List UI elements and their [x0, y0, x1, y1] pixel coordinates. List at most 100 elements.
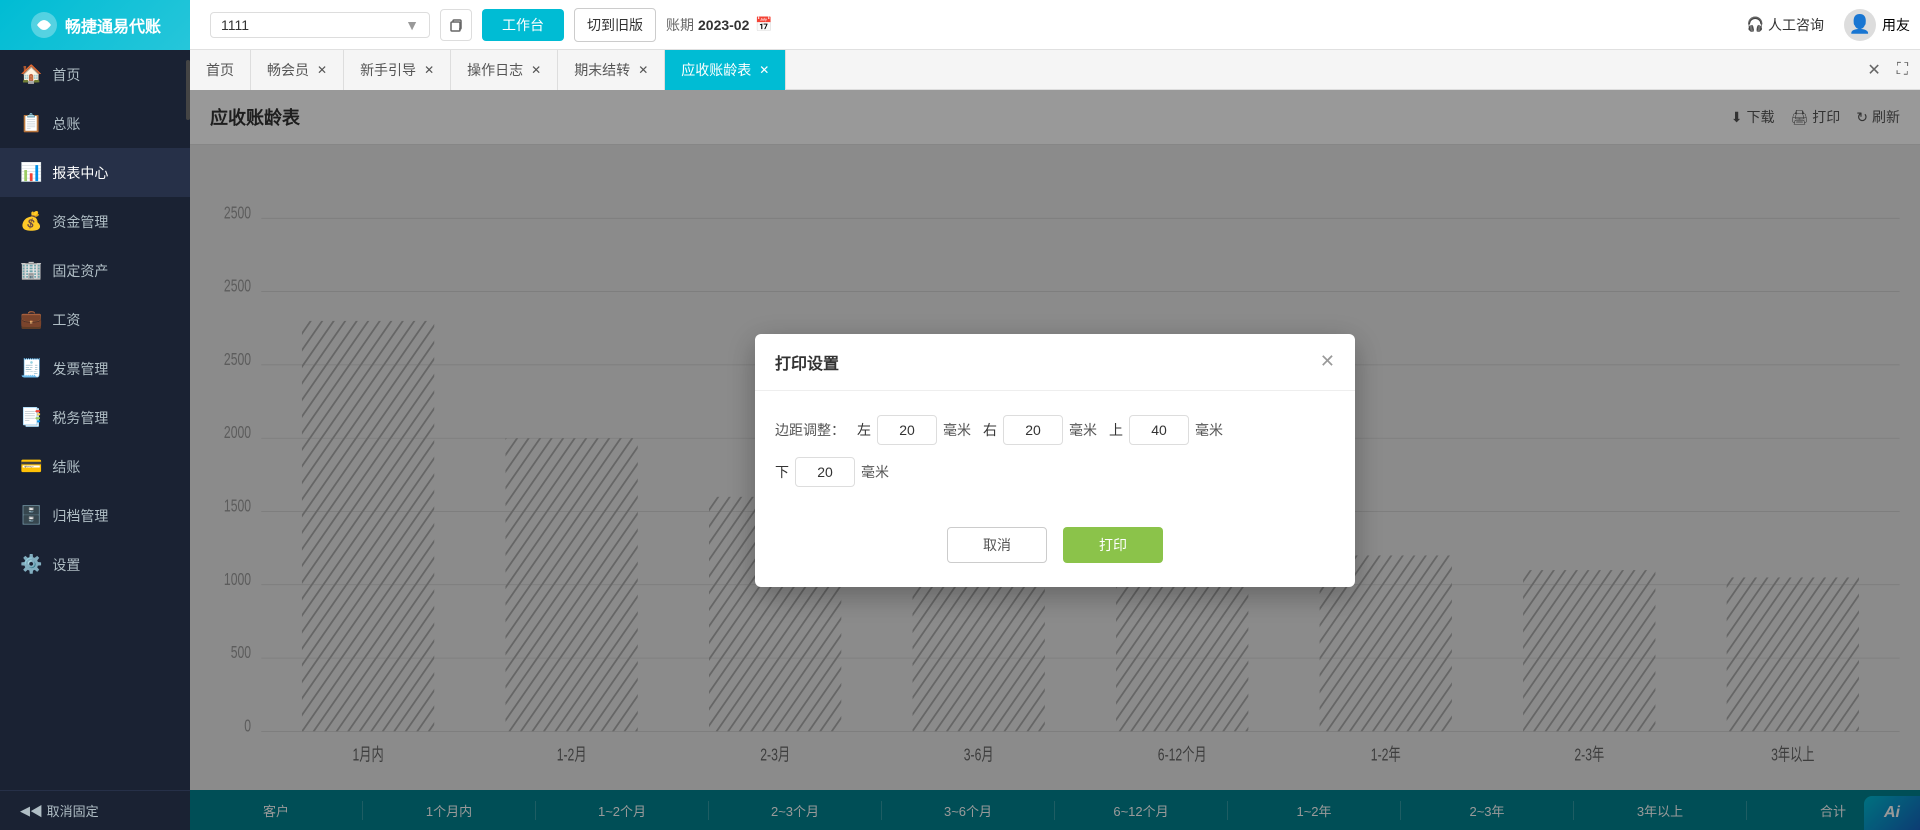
margin-right-group: 右 毫米 — [983, 415, 1097, 445]
tab-close-aging[interactable]: ✕ — [759, 63, 769, 77]
logo-area: 畅捷通易代账 — [0, 0, 190, 50]
right-label: 右 — [983, 420, 997, 440]
tabs-bar: 首页 畅会员 ✕ 新手引导 ✕ 操作日志 ✕ 期末结转 ✕ 应收账龄表 ✕ — [190, 50, 1920, 90]
sidebar-item-asset[interactable]: 🏢 固定资产 — [0, 246, 190, 295]
settings-icon: ⚙️ — [20, 554, 42, 575]
logo-icon — [29, 10, 59, 40]
modal-title: 打印设置 — [775, 350, 839, 374]
left-unit: 毫米 — [943, 420, 971, 440]
sidebar-label-asset: 固定资产 — [52, 261, 108, 281]
margin-label: 边距调整： — [775, 420, 845, 440]
modal-header: 打印设置 ✕ — [755, 334, 1355, 391]
fund-icon: 💰 — [20, 211, 42, 232]
logo-text: 畅捷通易代账 — [65, 13, 161, 37]
sidebar-label-fund: 资金管理 — [52, 212, 108, 232]
header-right: 🎧 人工咨询 👤 用友 — [1747, 9, 1910, 41]
tab-oplog[interactable]: 操作日志 ✕ — [451, 50, 558, 90]
tab-close-period-end[interactable]: ✕ — [638, 63, 648, 77]
company-dropdown-icon: ▼ — [405, 17, 419, 33]
tab-guide[interactable]: 新手引导 ✕ — [344, 50, 451, 90]
copy-button[interactable] — [440, 9, 472, 41]
left-input[interactable] — [877, 415, 937, 445]
tab-member[interactable]: 畅会员 ✕ — [251, 50, 344, 90]
sidebar-label-salary: 工资 — [52, 310, 80, 330]
top-header: 畅捷通易代账 1111 ▼ 工作台 切到旧版 账期 2023-02 📅 🎧 人工… — [0, 0, 1920, 50]
tab-close-oplog[interactable]: ✕ — [531, 63, 541, 77]
sidebar-item-fund[interactable]: 💰 资金管理 — [0, 197, 190, 246]
tab-maximize-button[interactable]: ⛶ — [1893, 57, 1912, 83]
sidebar-collapse-button[interactable]: ◀ ◀ 取消固定 — [0, 790, 190, 830]
tab-close-member[interactable]: ✕ — [317, 63, 327, 77]
print-settings-dialog: 打印设置 ✕ 边距调整： 左 毫米 右 — [755, 334, 1355, 587]
sidebar-label-ledger: 总账 — [52, 114, 80, 134]
content-area: 首页 畅会员 ✕ 新手引导 ✕ 操作日志 ✕ 期末结转 ✕ 应收账龄表 ✕ — [190, 50, 1920, 830]
bottom-input[interactable] — [795, 457, 855, 487]
modal-body: 边距调整： 左 毫米 右 毫米 — [755, 391, 1355, 511]
margin-left-group: 左 毫米 — [857, 415, 971, 445]
period-area: 账期 2023-02 📅 — [666, 15, 773, 35]
user-label: 用友 — [1882, 15, 1910, 35]
right-input[interactable] — [1003, 415, 1063, 445]
sidebar-item-invoice[interactable]: 🧾 发票管理 — [0, 344, 190, 393]
calendar-icon[interactable]: 📅 — [755, 16, 772, 33]
tab-period-end[interactable]: 期末结转 ✕ — [558, 50, 665, 90]
sidebar-label-checkout: 结账 — [52, 457, 80, 477]
right-unit: 毫米 — [1069, 420, 1097, 440]
user-area[interactable]: 👤 用友 — [1844, 9, 1910, 41]
sidebar-item-settings[interactable]: ⚙️ 设置 — [0, 540, 190, 589]
collapse-icon: ◀ — [20, 803, 30, 819]
tab-label-period-end: 期末结转 — [574, 60, 630, 80]
switch-old-button[interactable]: 切到旧版 — [574, 8, 656, 42]
bottom-label: 下 — [775, 462, 789, 482]
sidebar: 🏠 首页 📋 总账 📊 报表中心 💰 资金管理 🏢 固定资产 💼 工资 🧾 发票… — [0, 50, 190, 830]
sidebar-item-tax[interactable]: 📑 税务管理 — [0, 393, 190, 442]
modal-overlay: 打印设置 ✕ 边距调整： 左 毫米 右 — [190, 90, 1920, 830]
collapse-label: ◀ 取消固定 — [30, 801, 99, 820]
sidebar-label-tax: 税务管理 — [52, 408, 108, 428]
sidebar-item-archive[interactable]: 🗄️ 归档管理 — [0, 491, 190, 540]
invoice-icon: 🧾 — [20, 358, 42, 379]
sidebar-item-salary[interactable]: 💼 工资 — [0, 295, 190, 344]
page-content: 应收账龄表 ⬇ 下载 🖨 打印 ↻ 刷新 — [190, 90, 1920, 830]
sidebar-label-home: 首页 — [52, 65, 80, 85]
sidebar-item-home[interactable]: 🏠 首页 — [0, 50, 190, 99]
modal-footer: 取消 打印 — [755, 511, 1355, 587]
cancel-button[interactable]: 取消 — [947, 527, 1047, 563]
print-confirm-button[interactable]: 打印 — [1063, 527, 1163, 563]
top-label: 上 — [1109, 420, 1123, 440]
tab-close-guide[interactable]: ✕ — [424, 63, 434, 77]
top-input[interactable] — [1129, 415, 1189, 445]
company-name: 1111 — [221, 17, 397, 33]
ledger-icon: 📋 — [20, 113, 42, 134]
top-unit: 毫米 — [1195, 420, 1223, 440]
margin-row: 边距调整： 左 毫米 右 毫米 — [775, 415, 1335, 487]
home-icon: 🏠 — [20, 64, 42, 85]
asset-icon: 🏢 — [20, 260, 42, 281]
tab-home[interactable]: 首页 — [190, 50, 251, 90]
checkout-icon: 💳 — [20, 456, 42, 477]
sidebar-item-ledger[interactable]: 📋 总账 — [0, 99, 190, 148]
tab-label-guide: 新手引导 — [360, 60, 416, 80]
workbench-button[interactable]: 工作台 — [482, 9, 564, 41]
sidebar-label-invoice: 发票管理 — [52, 359, 108, 379]
sidebar-label-settings: 设置 — [52, 555, 80, 575]
tabs-right-actions: ✕ ⛶ — [1863, 56, 1920, 84]
company-selector[interactable]: 1111 ▼ — [210, 12, 430, 38]
consult-button[interactable]: 🎧 人工咨询 — [1747, 15, 1824, 35]
tab-label-aging: 应收账龄表 — [681, 60, 751, 80]
user-avatar: 👤 — [1844, 9, 1876, 41]
tab-label-oplog: 操作日志 — [467, 60, 523, 80]
tab-label-member: 畅会员 — [267, 60, 309, 80]
period-value: 2023-02 — [698, 17, 749, 33]
consult-label: 人工咨询 — [1768, 15, 1824, 35]
tax-icon: 📑 — [20, 407, 42, 428]
left-label: 左 — [857, 420, 871, 440]
modal-close-button[interactable]: ✕ — [1320, 351, 1335, 372]
tab-aging[interactable]: 应收账龄表 ✕ — [665, 50, 786, 90]
sidebar-item-report[interactable]: 📊 报表中心 — [0, 148, 190, 197]
sidebar-label-report: 报表中心 — [52, 163, 108, 183]
tab-close-all-button[interactable]: ✕ — [1863, 56, 1884, 84]
tab-label-home: 首页 — [206, 60, 234, 80]
report-icon: 📊 — [20, 162, 42, 183]
sidebar-item-checkout[interactable]: 💳 结账 — [0, 442, 190, 491]
